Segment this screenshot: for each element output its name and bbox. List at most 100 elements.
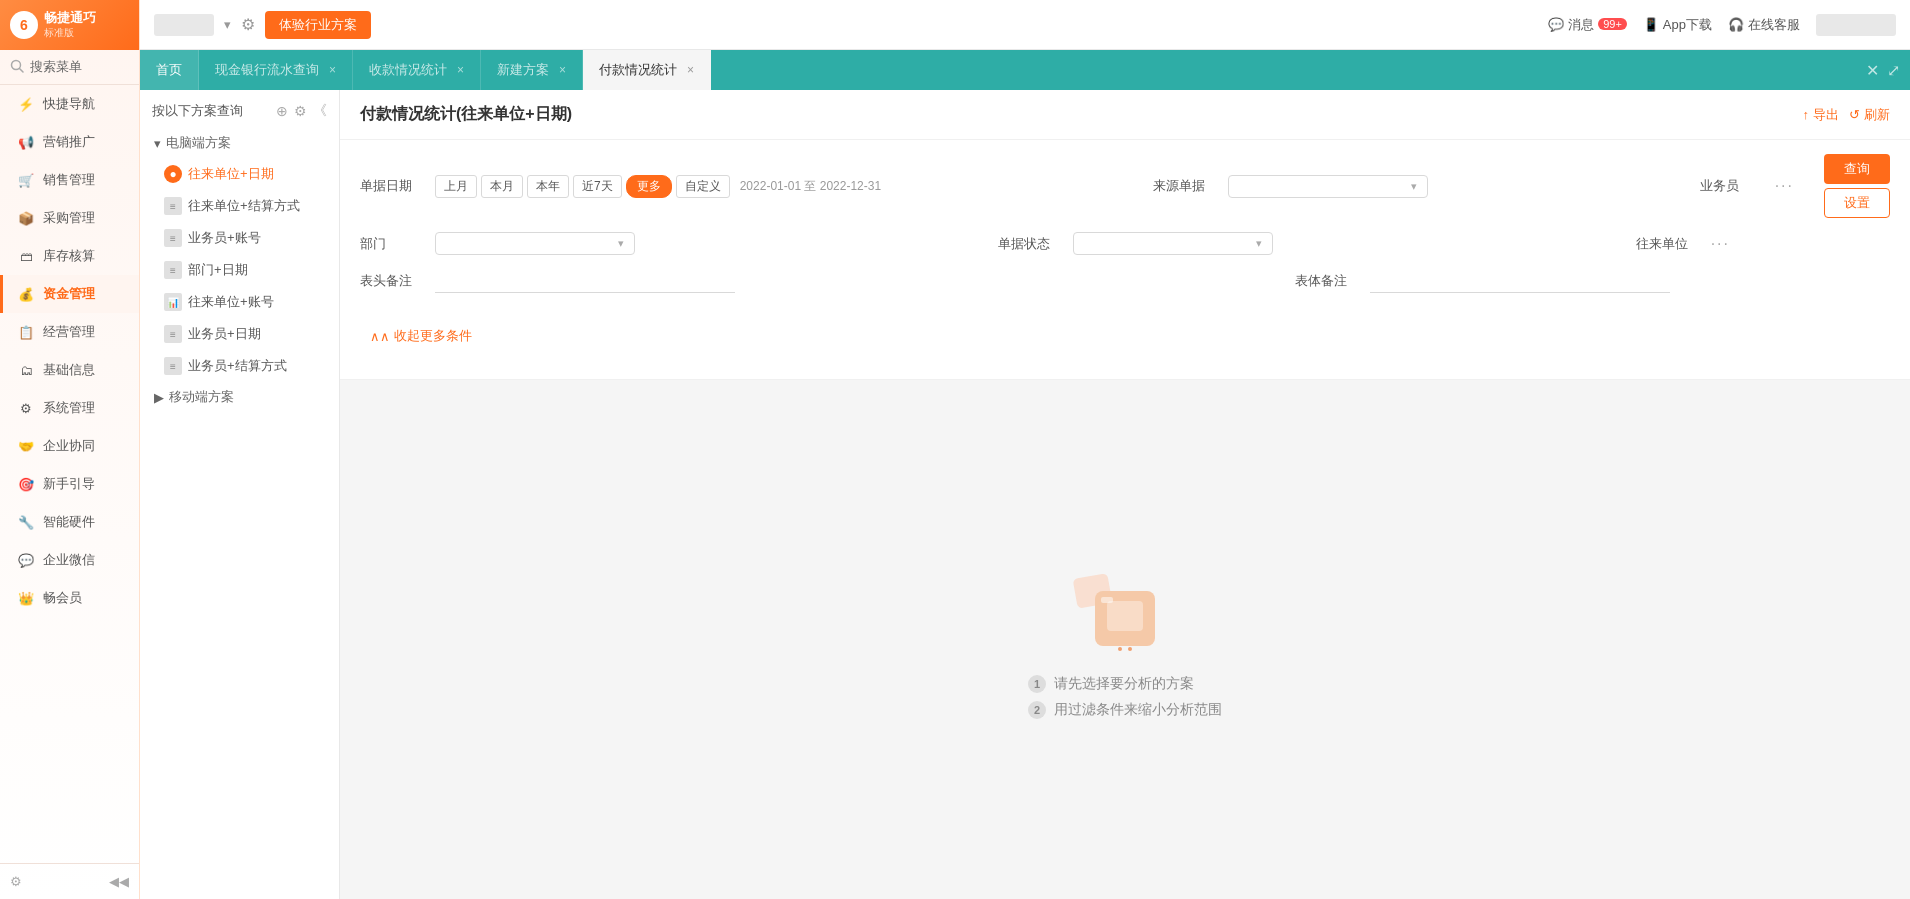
dropdown-arrow-icon[interactable]: ▾ <box>224 17 231 32</box>
sidebar-item-inventory[interactable]: 🗃 库存核算 <box>0 237 139 275</box>
tab-income-stats[interactable]: 收款情况统计 × <box>353 50 481 90</box>
date-btn-this-month[interactable]: 本月 <box>481 175 523 198</box>
plan-icon-salesperson-settlement: ≡ <box>164 357 182 375</box>
date-btn-custom[interactable]: 自定义 <box>676 175 730 198</box>
topbar-right: 💬 消息 99+ 📱 App下载 🎧 在线客服 <box>1548 14 1896 36</box>
tab-payment-stats-label: 付款情况统计 <box>599 61 677 79</box>
panel-collapse-icon[interactable]: 《 <box>313 102 327 120</box>
app-download-button[interactable]: 📱 App下载 <box>1643 16 1712 34</box>
tab-home[interactable]: 首页 <box>140 50 199 90</box>
tab-bank-flow-close[interactable]: × <box>329 63 336 77</box>
plan-group-desktop-title[interactable]: ▾ 电脑端方案 <box>150 128 329 158</box>
settings-button[interactable]: 设置 <box>1824 188 1890 218</box>
tab-close-all-icon[interactable]: ✕ <box>1866 61 1879 80</box>
body-note-input[interactable] <box>1370 269 1670 293</box>
date-btn-this-year[interactable]: 本年 <box>527 175 569 198</box>
inventory-icon: 🗃 <box>17 247 35 265</box>
member-icon: 👑 <box>17 589 35 607</box>
partner-select[interactable]: ··· <box>1711 235 1730 253</box>
online-service-button[interactable]: 🎧 在线客服 <box>1728 16 1800 34</box>
body-note-label: 表体备注 <box>1295 272 1350 290</box>
topbar-left: ▾ ⚙ 体验行业方案 <box>154 11 1538 39</box>
plan-group-desktop: ▾ 电脑端方案 ● 往来单位+日期 ≡ 往来单位+结算方式 ≡ 业务员+账号 <box>140 128 339 382</box>
sidebar-item-label: 采购管理 <box>43 209 95 227</box>
plan-item-label: 往来单位+结算方式 <box>188 197 300 215</box>
tab-bank-flow[interactable]: 现金银行流水查询 × <box>199 50 353 90</box>
sidebar-item-hardware[interactable]: 🔧 智能硬件 <box>0 503 139 541</box>
sidebar-collapse-icon[interactable]: ◀◀ <box>109 874 129 889</box>
sidebar-item-member[interactable]: 👑 畅会员 <box>0 579 139 617</box>
salesperson-select[interactable]: ··· <box>1775 177 1794 195</box>
sidebar-item-label: 基础信息 <box>43 361 95 379</box>
empty-tip-1: 1 请先选择要分析的方案 <box>1028 675 1222 693</box>
sidebar-item-label: 企业微信 <box>43 551 95 569</box>
plan-icon-dept-date: ≡ <box>164 261 182 279</box>
sidebar-item-label: 畅会员 <box>43 589 82 607</box>
tab-payment-stats[interactable]: 付款情况统计 × <box>583 50 711 90</box>
plan-item-salesperson-settlement[interactable]: ≡ 业务员+结算方式 <box>150 350 329 382</box>
sidebar-item-label: 营销推广 <box>43 133 95 151</box>
plan-item-salesperson-date[interactable]: ≡ 业务员+日期 <box>150 318 329 350</box>
date-btn-more[interactable]: 更多 <box>626 175 672 198</box>
logo-icon: 6 <box>10 11 38 39</box>
sidebar-item-purchase[interactable]: 📦 采购管理 <box>0 199 139 237</box>
plan-item-salesperson-account[interactable]: ≡ 业务员+账号 <box>150 222 329 254</box>
plan-group-label: 电脑端方案 <box>166 134 231 152</box>
operations-icon: 📋 <box>17 323 35 341</box>
tip-num-1: 1 <box>1028 675 1046 693</box>
sidebar-item-sales[interactable]: 🛒 销售管理 <box>0 161 139 199</box>
left-panel-header: 按以下方案查询 ⊕ ⚙ 《 <box>140 90 339 128</box>
dept-select[interactable]: ▾ <box>435 232 635 255</box>
date-btn-last-month[interactable]: 上月 <box>435 175 477 198</box>
plan-item-dept-date[interactable]: ≡ 部门+日期 <box>150 254 329 286</box>
plan-item-partner-settlement[interactable]: ≡ 往来单位+结算方式 <box>150 190 329 222</box>
search-icon <box>10 59 24 76</box>
sidebar-item-guide[interactable]: 🎯 新手引导 <box>0 465 139 503</box>
sidebar-item-label: 企业协同 <box>43 437 95 455</box>
trial-button[interactable]: 体验行业方案 <box>265 11 371 39</box>
sidebar-item-system[interactable]: ⚙ 系统管理 <box>0 389 139 427</box>
doc-status-label: 单据状态 <box>998 235 1053 253</box>
svg-rect-5 <box>1101 597 1113 603</box>
dept-label: 部门 <box>360 235 415 253</box>
date-btn-7days[interactable]: 近7天 <box>573 175 622 198</box>
header-note-input[interactable] <box>435 269 735 293</box>
tab-income-stats-label: 收款情况统计 <box>369 61 447 79</box>
sidebar-item-finance[interactable]: 💰 资金管理 <box>0 275 139 313</box>
collapse-button[interactable]: ∧∧ 收起更多条件 <box>370 327 1880 345</box>
sidebar-item-basic[interactable]: 🗂 基础信息 <box>0 351 139 389</box>
plan-item-label: 业务员+账号 <box>188 229 261 247</box>
tab-new-plan[interactable]: 新建方案 × <box>481 50 583 90</box>
tab-income-stats-close[interactable]: × <box>457 63 464 77</box>
tab-new-plan-close[interactable]: × <box>559 63 566 77</box>
sidebar-search[interactable]: 搜索菜单 <box>0 50 139 85</box>
plan-item-partner-date[interactable]: ● 往来单位+日期 <box>150 158 329 190</box>
plan-group-mobile-title[interactable]: ▶ 移动端方案 <box>150 382 329 412</box>
sidebar-item-wechat[interactable]: 💬 企业微信 <box>0 541 139 579</box>
add-plan-icon[interactable]: ⊕ <box>276 103 288 119</box>
user-info-block[interactable] <box>1816 14 1896 36</box>
refresh-button[interactable]: ↺ 刷新 <box>1849 106 1890 124</box>
sidebar-item-operations[interactable]: 📋 经营管理 <box>0 313 139 351</box>
user-avatar <box>154 14 214 36</box>
plan-item-partner-account[interactable]: 📊 往来单位+账号 <box>150 286 329 318</box>
wechat-icon: 💬 <box>17 551 35 569</box>
messages-button[interactable]: 💬 消息 99+ <box>1548 16 1627 34</box>
source-select[interactable]: ▾ <box>1228 175 1428 198</box>
page-header-actions: ↑ 导出 ↺ 刷新 <box>1803 106 1891 138</box>
plan-icon-partner-settlement: ≡ <box>164 197 182 215</box>
topbar-settings-icon[interactable]: ⚙ <box>241 15 255 34</box>
sidebar-item-marketing[interactable]: 📢 营销推广 <box>0 123 139 161</box>
tab-payment-stats-close[interactable]: × <box>687 63 694 77</box>
query-button[interactable]: 查询 <box>1824 154 1890 184</box>
tab-maximize-icon[interactable]: ⤢ <box>1887 61 1900 80</box>
sidebar-settings-icon[interactable]: ⚙ <box>10 874 22 889</box>
plan-settings-icon[interactable]: ⚙ <box>294 103 307 119</box>
sidebar-item-collab[interactable]: 🤝 企业协同 <box>0 427 139 465</box>
doc-status-select[interactable]: ▾ <box>1073 232 1273 255</box>
collapse-bar: ∧∧ 收起更多条件 <box>360 307 1890 365</box>
export-button[interactable]: ↑ 导出 <box>1803 106 1840 124</box>
message-icon: 💬 <box>1548 17 1564 32</box>
plan-group-arrow-icon: ▾ <box>154 136 161 151</box>
sidebar-item-quick-nav[interactable]: ⚡ 快捷导航 <box>0 85 139 123</box>
